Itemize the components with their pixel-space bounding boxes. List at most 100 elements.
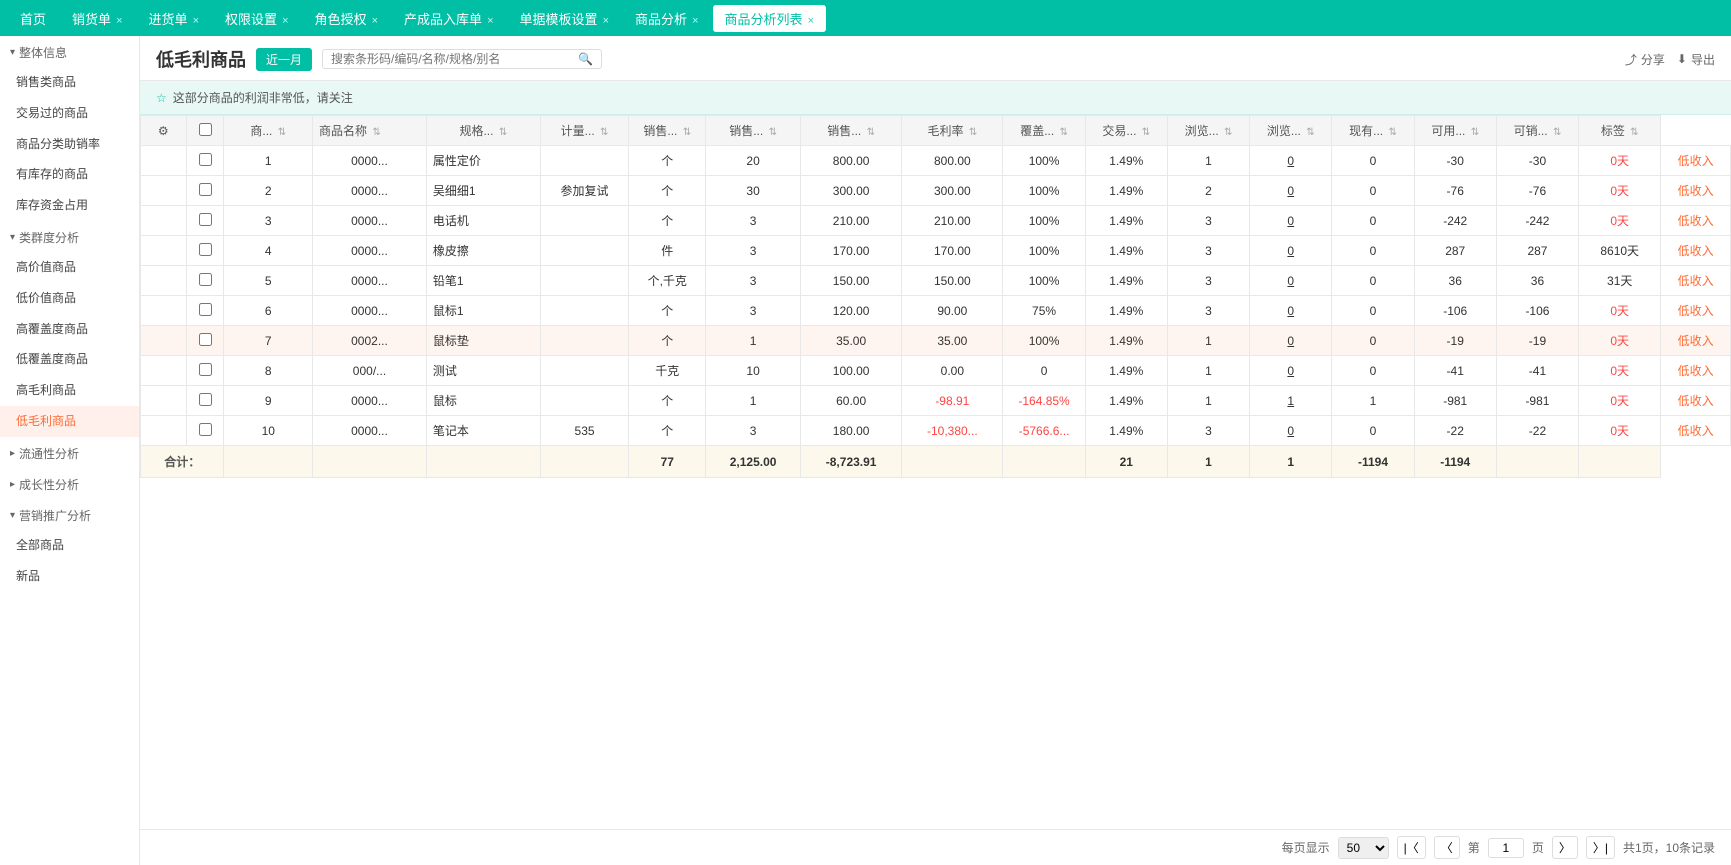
th-spec[interactable]: 规格... ⇅ — [426, 116, 540, 146]
row-view1[interactable]: 0 — [1250, 146, 1332, 176]
row-view1[interactable]: 1 — [1250, 386, 1332, 416]
row-select[interactable] — [199, 423, 212, 436]
nav-template-settings[interactable]: 单据模板设置 × — [508, 5, 622, 32]
th-trade[interactable]: 交易... ⇅ — [1085, 116, 1167, 146]
nav-role-auth[interactable]: 角色授权 × — [303, 5, 391, 32]
row-view1[interactable]: 0 — [1250, 206, 1332, 236]
th-view1[interactable]: 浏览... ⇅ — [1167, 116, 1249, 146]
row-checkbox[interactable] — [186, 326, 224, 356]
th-current[interactable]: 现有... ⇅ — [1332, 116, 1414, 146]
last-page-button[interactable]: 〉| — [1586, 836, 1615, 859]
row-spec — [540, 326, 629, 356]
row-checkbox[interactable] — [186, 266, 224, 296]
row-select[interactable] — [199, 303, 212, 316]
table-container[interactable]: ⚙ 商... ⇅ 商品名称 ⇅ 规格... ⇅ 计量... ⇅ 销售... ⇅ … — [140, 115, 1731, 829]
th-settings[interactable]: ⚙ — [141, 116, 187, 146]
row-view1[interactable]: 0 — [1250, 266, 1332, 296]
sidebar-item-all-goods[interactable]: 全部商品 — [0, 530, 139, 561]
sidebar-item-high-profit[interactable]: 高毛利商品 — [0, 375, 139, 406]
nav-close-sales[interactable]: × — [113, 15, 122, 27]
nav-permissions[interactable]: 权限设置 × — [213, 5, 301, 32]
sidebar-item-sales-goods[interactable]: 销售类商品 — [0, 67, 139, 98]
share-button[interactable]: ⤴ 分享 — [1625, 51, 1665, 68]
row-spec — [540, 146, 629, 176]
sidebar-item-new-goods[interactable]: 新品 — [0, 561, 139, 592]
sidebar-item-inventory-goods[interactable]: 有库存的商品 — [0, 159, 139, 190]
row-checkbox[interactable] — [186, 386, 224, 416]
search-icon[interactable]: 🔍 — [578, 52, 593, 66]
row-select[interactable] — [199, 213, 212, 226]
nav-sales-order[interactable]: 销货单 × — [60, 5, 135, 32]
nav-purchase[interactable]: 进货单 × — [137, 5, 212, 32]
expand-arrow-circulation: ▸ — [10, 448, 15, 459]
first-page-button[interactable]: |〈 — [1397, 836, 1426, 859]
th-sale-price[interactable]: 销售... ⇅ — [706, 116, 801, 146]
row-select[interactable] — [199, 333, 212, 346]
th-checkbox[interactable] — [186, 116, 224, 146]
th-sale-profit[interactable]: 销售... ⇅ — [801, 116, 902, 146]
nav-product-inbound[interactable]: 产成品入库单 × — [392, 5, 506, 32]
nav-home[interactable]: 首页 — [8, 5, 58, 32]
th-name[interactable]: 商品名称 ⇅ — [313, 116, 427, 146]
row-view2: 0 — [1332, 266, 1414, 296]
sidebar-item-low-value[interactable]: 低价值商品 — [0, 283, 139, 314]
sidebar-group-circulation[interactable]: ▸ 流通性分析 — [0, 437, 139, 468]
page-size-select[interactable]: 50 100 200 — [1338, 837, 1389, 859]
row-view1[interactable]: 0 — [1250, 176, 1332, 206]
th-unit[interactable]: 计量... ⇅ — [540, 116, 629, 146]
sidebar-item-inventory-capital[interactable]: 库存资金占用 — [0, 190, 139, 221]
next-page-button[interactable]: 〉 — [1552, 836, 1578, 859]
nav-product-analysis[interactable]: 商品分析 × — [623, 5, 711, 32]
row-checkbox[interactable] — [186, 296, 224, 326]
footer-sale-profit: -8,723.91 — [801, 446, 902, 478]
select-all-checkbox[interactable] — [199, 123, 212, 136]
th-sale-count[interactable]: 销售... ⇅ — [629, 116, 706, 146]
sidebar-item-traded-goods[interactable]: 交易过的商品 — [0, 98, 139, 129]
row-checkbox[interactable] — [186, 356, 224, 386]
search-input[interactable] — [331, 52, 578, 66]
row-sale-count: 3 — [706, 296, 801, 326]
filter-button[interactable]: 近一月 — [256, 48, 312, 71]
sidebar-item-low-coverage[interactable]: 低覆盖度商品 — [0, 344, 139, 375]
row-checkbox[interactable] — [186, 416, 224, 446]
page-number-input[interactable] — [1488, 838, 1524, 858]
sidebar-group-marketing[interactable]: ▾ 营销推广分析 — [0, 499, 139, 530]
sidebar-group-cluster[interactable]: ▾ 类群度分析 — [0, 221, 139, 252]
export-button[interactable]: ⬇ 导出 — [1677, 51, 1715, 68]
sidebar-item-low-profit[interactable]: 低毛利商品 — [0, 406, 139, 437]
th-saleable[interactable]: 可销... ⇅ — [1496, 116, 1578, 146]
row-select[interactable] — [199, 183, 212, 196]
nav-product-analysis-list[interactable]: 商品分析列表 × — [713, 5, 827, 32]
prev-page-button[interactable]: 〈 — [1434, 836, 1460, 859]
th-available[interactable]: 可用... ⇅ — [1414, 116, 1496, 146]
th-coverage[interactable]: 覆盖... ⇅ — [1003, 116, 1085, 146]
main-layout: ▾ 整体信息 销售类商品 交易过的商品 商品分类助销率 有库存的商品 库存资金占… — [0, 36, 1731, 865]
row-select[interactable] — [199, 153, 212, 166]
row-checkbox[interactable] — [186, 146, 224, 176]
table-row: 3 0000... 电话机 个 3 210.00 210.00 100% 1.4… — [141, 206, 1731, 236]
row-sale-profit: -98.91 — [902, 386, 1003, 416]
top-navigation: 首页 销货单 × 进货单 × 权限设置 × 角色授权 × 产成品入库单 × 单据… — [0, 0, 1731, 36]
expand-arrow-overall: ▾ — [10, 47, 15, 58]
sidebar-item-high-value[interactable]: 高价值商品 — [0, 252, 139, 283]
row-view1[interactable]: 0 — [1250, 236, 1332, 266]
row-select[interactable] — [199, 273, 212, 286]
row-view1[interactable]: 0 — [1250, 326, 1332, 356]
row-select[interactable] — [199, 243, 212, 256]
sidebar-item-high-coverage[interactable]: 高覆盖度商品 — [0, 314, 139, 345]
row-checkbox[interactable] — [186, 176, 224, 206]
th-view2[interactable]: 浏览... ⇅ — [1250, 116, 1332, 146]
row-checkbox[interactable] — [186, 206, 224, 236]
row-checkbox[interactable] — [186, 236, 224, 266]
row-view1[interactable]: 0 — [1250, 356, 1332, 386]
th-tag[interactable]: 标签 ⇅ — [1579, 116, 1661, 146]
sidebar-group-overall[interactable]: ▾ 整体信息 — [0, 36, 139, 67]
sidebar-item-category-rate[interactable]: 商品分类助销率 — [0, 129, 139, 160]
row-view1[interactable]: 0 — [1250, 416, 1332, 446]
row-select[interactable] — [199, 363, 212, 376]
row-select[interactable] — [199, 393, 212, 406]
th-code[interactable]: 商... ⇅ — [224, 116, 313, 146]
row-view1[interactable]: 0 — [1250, 296, 1332, 326]
th-gross-rate[interactable]: 毛利率 ⇅ — [902, 116, 1003, 146]
sidebar-group-growth[interactable]: ▸ 成长性分析 — [0, 468, 139, 499]
